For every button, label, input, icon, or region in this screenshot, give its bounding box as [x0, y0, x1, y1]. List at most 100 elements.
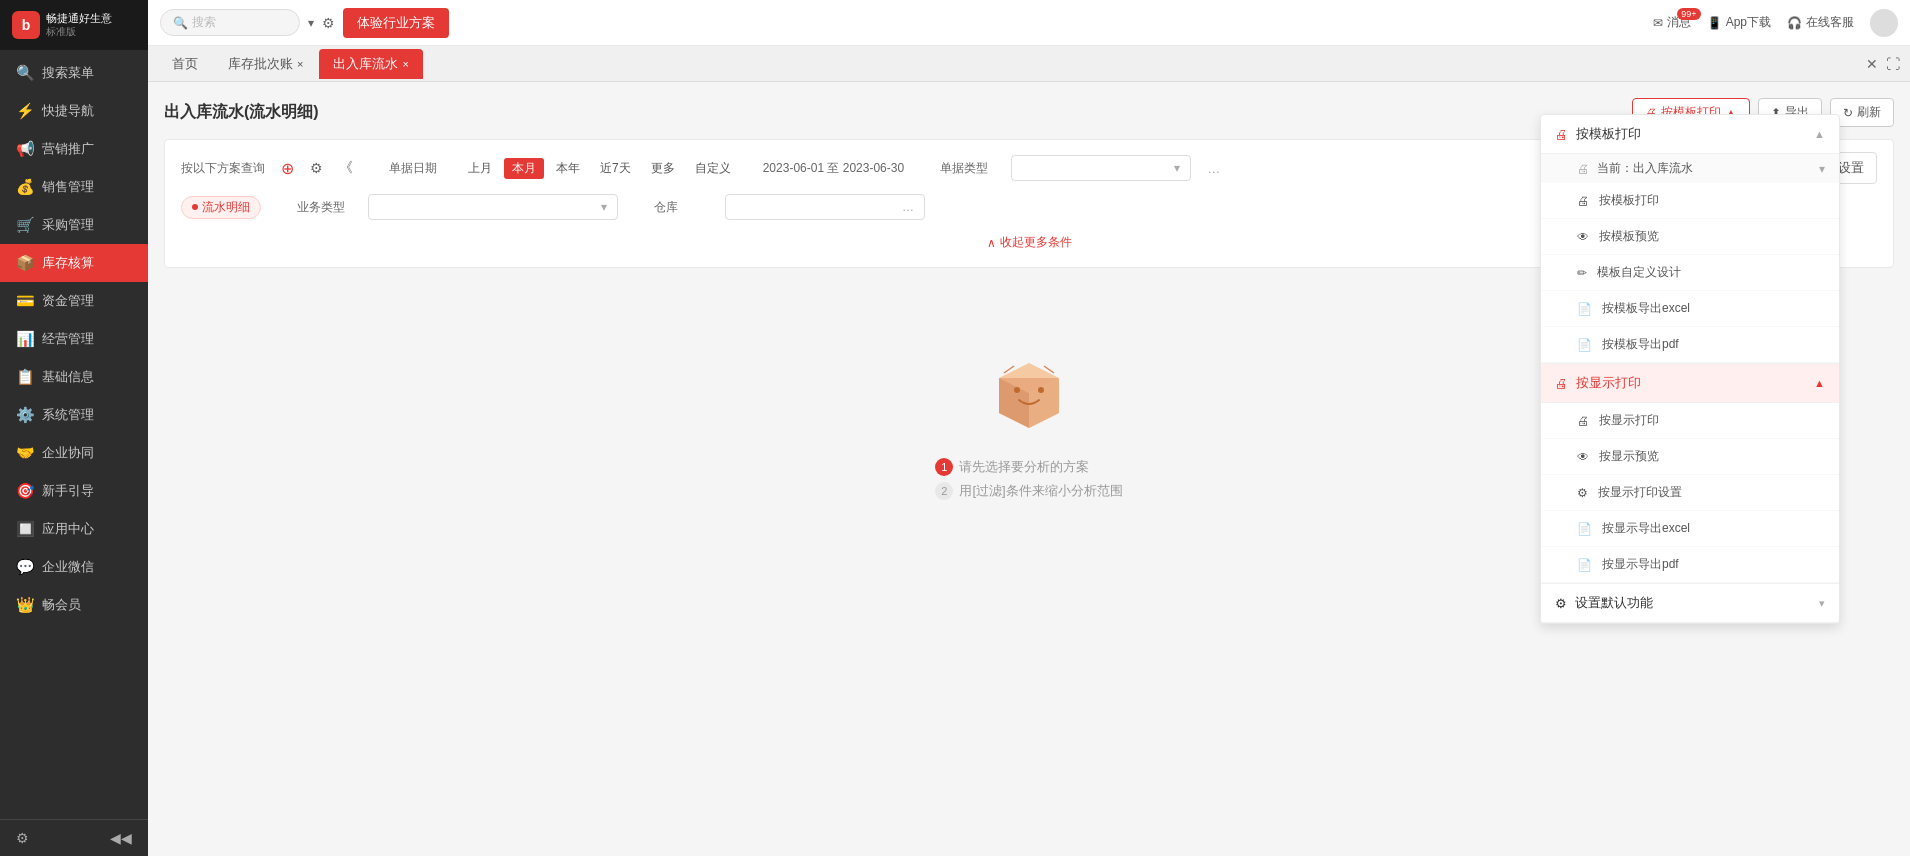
dropdown-current-chevron: ▾	[1819, 162, 1825, 176]
search-icon-topbar: 🔍	[173, 16, 188, 30]
collapse-sidebar-btn[interactable]: ◀◀	[110, 830, 132, 846]
tab-batch[interactable]: 库存批次账 ×	[214, 49, 317, 79]
dropdown-template-export-pdf[interactable]: 📄 按模板导出pdf	[1541, 327, 1839, 363]
dropdown-header-left: 🖨 按模板打印	[1555, 125, 1641, 143]
sidebar-footer: ⚙ ◀◀	[0, 819, 148, 856]
dropdown-default-settings[interactable]: ⚙ 设置默认功能 ▾	[1541, 584, 1839, 623]
filter-collapse-btn[interactable]: 《	[339, 159, 353, 177]
date-tabs: 上月 本月 本年 近7天 更多 自定义	[460, 158, 739, 179]
purchase-icon: 🛒	[16, 216, 34, 234]
headset-icon: 🎧	[1787, 16, 1802, 30]
page-title: 出入库流水(流水明细)	[164, 102, 319, 123]
settings-footer-btn[interactable]: ⚙	[16, 830, 29, 846]
sidebar-item-wechat[interactable]: 💬 企业微信	[0, 548, 148, 586]
app-download-icon: 📱	[1707, 16, 1722, 30]
sidebar-item-finance[interactable]: 💳 资金管理	[0, 282, 148, 320]
business-type-select[interactable]: ▾	[368, 194, 618, 220]
dropdown-current-label: 🖨 当前：出入库流水 ▾	[1541, 154, 1839, 183]
sidebar-item-sales[interactable]: 💰 销售管理	[0, 168, 148, 206]
sidebar-item-appstore[interactable]: 🔲 应用中心	[0, 510, 148, 548]
appstore-icon: 🔲	[16, 520, 34, 538]
basic-icon: 📋	[16, 368, 34, 386]
dropdown-default-label: 设置默认功能	[1575, 594, 1653, 612]
sidebar-item-search[interactable]: 🔍 搜索菜单	[0, 54, 148, 92]
brand-sub: 标准版	[46, 25, 112, 39]
operations-icon: 📊	[16, 330, 34, 348]
sidebar-item-cooperation[interactable]: 🤝 企业协同	[0, 434, 148, 472]
marketing-icon: 📢	[16, 140, 34, 158]
filter-add-btn[interactable]: ⊕	[281, 159, 294, 178]
dropdown-template-custom[interactable]: ✏ 模板自定义设计	[1541, 255, 1839, 291]
date-tab-last7[interactable]: 近7天	[592, 158, 639, 179]
filter-tag: 流水明细	[181, 196, 261, 219]
topbar-gear-btn[interactable]: ⚙	[322, 15, 335, 31]
sidebar-item-purchase[interactable]: 🛒 采购管理	[0, 206, 148, 244]
system-icon: ⚙️	[16, 406, 34, 424]
sidebar-item-member[interactable]: 👑 畅会员	[0, 586, 148, 624]
bill-type-more-btn[interactable]: …	[1207, 161, 1220, 176]
sidebar-item-system[interactable]: ⚙️ 系统管理	[0, 396, 148, 434]
warehouse-select[interactable]: …	[725, 194, 925, 220]
topbar-search[interactable]: 🔍 搜索	[160, 9, 300, 36]
date-tab-current-year[interactable]: 本年	[548, 158, 588, 179]
sidebar-label-search: 搜索菜单	[42, 64, 94, 82]
maximize-panel-btn[interactable]: ⛶	[1886, 56, 1900, 72]
dropdown-display-export-excel[interactable]: 📄 按显示导出excel	[1541, 511, 1839, 547]
dropdown-template-preview[interactable]: 👁 按模板预览	[1541, 219, 1839, 255]
user-avatar-btn[interactable]	[1870, 9, 1898, 37]
wechat-icon: 💬	[16, 558, 34, 576]
sidebar-label-member: 畅会员	[42, 596, 81, 614]
empty-step-2: 2 用[过滤]条件来缩小分析范围	[935, 482, 1122, 500]
tab-home[interactable]: 首页	[158, 49, 212, 79]
dropdown-current-text: 当前：出入库流水	[1597, 160, 1819, 177]
sidebar-item-operations[interactable]: 📊 经营管理	[0, 320, 148, 358]
online-service-btn[interactable]: 🎧 在线客服	[1787, 14, 1854, 31]
dropdown-display-sub: 🖨 按显示打印 👁 按显示预览 ⚙ 按显示打印设置 📄 按显示导出excel 📄	[1541, 403, 1839, 583]
empty-steps-list: 1 请先选择要分析的方案 2 用[过滤]条件来缩小分析范围	[935, 458, 1122, 506]
sidebar-label-finance: 资金管理	[42, 292, 94, 310]
topbar-dropdown-btn[interactable]: ▾	[308, 16, 314, 30]
empty-illustration	[979, 338, 1079, 438]
dropdown-display-preview[interactable]: 👁 按显示预览	[1541, 439, 1839, 475]
sidebar-label-shortcut: 快捷导航	[42, 102, 94, 120]
sidebar-item-inventory[interactable]: 📦 库存核算	[0, 244, 148, 282]
display-print-settings-label: 按显示打印设置	[1598, 484, 1682, 501]
dropdown-header-display[interactable]: 🖨 按显示打印 ▲	[1541, 364, 1839, 403]
sidebar-item-basic[interactable]: 📋 基础信息	[0, 358, 148, 396]
dropdown-display-export-pdf[interactable]: 📄 按显示导出pdf	[1541, 547, 1839, 583]
dropdown-display-print[interactable]: 🖨 按显示打印	[1541, 403, 1839, 439]
sidebar-label-inventory: 库存核算	[42, 254, 94, 272]
date-tab-more[interactable]: 更多	[643, 158, 683, 179]
tab-flow-close[interactable]: ×	[402, 58, 408, 70]
dropdown-display-print-settings[interactable]: ⚙ 按显示打印设置	[1541, 475, 1839, 511]
finance-icon: 💳	[16, 292, 34, 310]
date-tab-custom[interactable]: 自定义	[687, 158, 739, 179]
svg-point-4	[1014, 387, 1020, 393]
trial-btn[interactable]: 体验行业方案	[343, 8, 449, 38]
tab-batch-close[interactable]: ×	[297, 58, 303, 70]
message-badge: 99+	[1677, 8, 1700, 20]
dropdown-template-print[interactable]: 🖨 按模板打印	[1541, 183, 1839, 219]
date-tab-current-month[interactable]: 本月	[504, 158, 544, 179]
message-btn[interactable]: ✉ 消息 99+	[1653, 14, 1691, 31]
tab-flow[interactable]: 出入库流水 ×	[319, 49, 422, 79]
dropdown-default-left: ⚙ 设置默认功能	[1555, 594, 1653, 612]
dropdown-template-export-excel[interactable]: 📄 按模板导出excel	[1541, 291, 1839, 327]
logo-icon: b	[12, 11, 40, 39]
filter-settings-scheme-btn[interactable]: ⚙	[310, 160, 323, 176]
sidebar-label-sales: 销售管理	[42, 178, 94, 196]
sidebar-item-shortcut[interactable]: ⚡ 快捷导航	[0, 92, 148, 130]
dropdown-display-label: 按显示打印	[1576, 374, 1641, 392]
sidebar-item-guide[interactable]: 🎯 新手引导	[0, 472, 148, 510]
sidebar-label-appstore: 应用中心	[42, 520, 94, 538]
sidebar-item-marketing[interactable]: 📢 营销推广	[0, 130, 148, 168]
bill-type-select[interactable]: ▾	[1011, 155, 1191, 181]
close-panel-btn[interactable]: ✕	[1866, 56, 1878, 72]
online-service-label: 在线客服	[1806, 14, 1854, 31]
date-tab-last-month[interactable]: 上月	[460, 158, 500, 179]
tab-flow-label: 出入库流水	[333, 55, 398, 73]
app-download-btn[interactable]: 📱 App下载	[1707, 14, 1771, 31]
dropdown-header-template[interactable]: 🖨 按模板打印 ▲	[1541, 115, 1839, 154]
business-type-arrow-icon: ▾	[601, 200, 607, 214]
sidebar-label-basic: 基础信息	[42, 368, 94, 386]
